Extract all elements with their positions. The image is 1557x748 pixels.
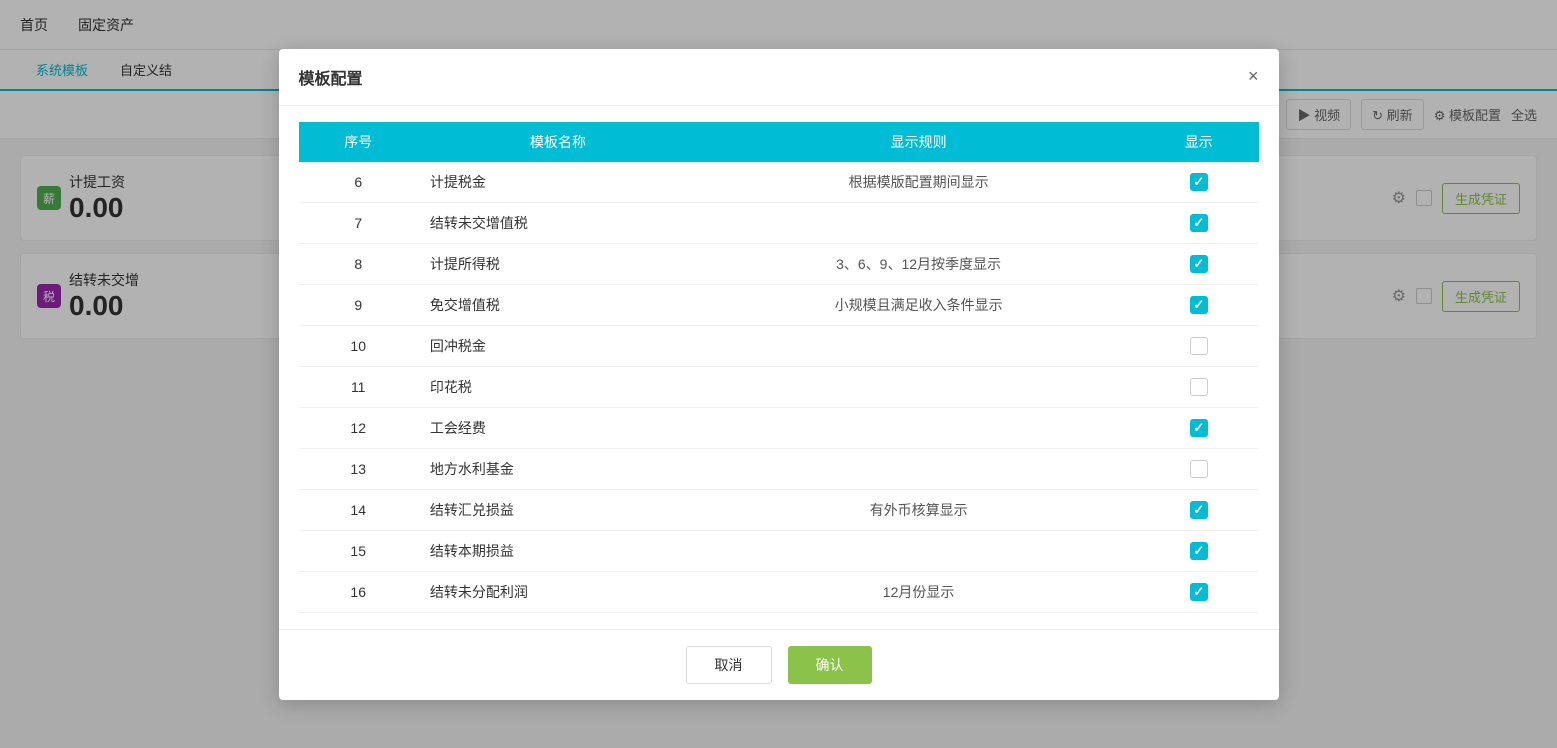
cell-checkbox-4: [1139, 325, 1258, 366]
checkbox-checked-3[interactable]: [1190, 296, 1208, 314]
cell-name-0: 计提税金: [418, 162, 698, 203]
cell-name-9: 结转本期损益: [418, 530, 698, 571]
cell-checkbox-2: [1139, 243, 1258, 284]
cancel-button[interactable]: 取消: [686, 646, 772, 684]
cell-rule-0: 根据模版配置期间显示: [698, 162, 1139, 203]
checkbox-unchecked-7[interactable]: [1190, 460, 1208, 478]
table-row: 7结转未交增值税: [299, 202, 1259, 243]
modal-title: 模板配置: [299, 65, 363, 89]
checkbox-checked-0[interactable]: [1190, 173, 1208, 191]
modal-header: 模板配置 ×: [279, 49, 1279, 106]
cell-rule-5: [698, 366, 1139, 407]
checkbox-checked-9[interactable]: [1190, 542, 1208, 560]
table-row: 8计提所得税3、6、9、12月按季度显示: [299, 243, 1259, 284]
cell-id-10: 16: [299, 571, 418, 612]
checkbox-checked-2[interactable]: [1190, 255, 1208, 273]
cell-rule-2: 3、6、9、12月按季度显示: [698, 243, 1139, 284]
checkbox-checked-1[interactable]: [1190, 214, 1208, 232]
cell-checkbox-10: [1139, 571, 1258, 612]
cell-checkbox-9: [1139, 530, 1258, 571]
cell-checkbox-8: [1139, 489, 1258, 530]
cell-id-3: 9: [299, 284, 418, 325]
table-header: 序号 模板名称 显示规则 显示: [299, 122, 1259, 162]
checkbox-unchecked-5[interactable]: [1190, 378, 1208, 396]
config-table: 序号 模板名称 显示规则 显示 6计提税金根据模版配置期间显示7结转未交增值税8…: [299, 122, 1259, 613]
cell-checkbox-1: [1139, 202, 1258, 243]
col-header-rule: 显示规则: [698, 122, 1139, 162]
cell-checkbox-5: [1139, 366, 1258, 407]
cell-rule-4: [698, 325, 1139, 366]
checkbox-checked-8[interactable]: [1190, 501, 1208, 519]
checkbox-checked-6[interactable]: [1190, 419, 1208, 437]
cell-rule-6: [698, 407, 1139, 448]
cell-name-1: 结转未交增值税: [418, 202, 698, 243]
table-row: 11印花税: [299, 366, 1259, 407]
table-row: 6计提税金根据模版配置期间显示: [299, 162, 1259, 203]
cell-name-7: 地方水利基金: [418, 448, 698, 489]
cell-id-9: 15: [299, 530, 418, 571]
cell-rule-7: [698, 448, 1139, 489]
cell-rule-3: 小规模且满足收入条件显示: [698, 284, 1139, 325]
cell-id-0: 6: [299, 162, 418, 203]
cell-name-10: 结转未分配利润: [418, 571, 698, 612]
table-row: 14结转汇兑损益有外币核算显示: [299, 489, 1259, 530]
cell-id-8: 14: [299, 489, 418, 530]
modal-body: 序号 模板名称 显示规则 显示 6计提税金根据模版配置期间显示7结转未交增值税8…: [279, 106, 1279, 629]
cell-name-8: 结转汇兑损益: [418, 489, 698, 530]
cell-name-6: 工会经费: [418, 407, 698, 448]
table-body: 6计提税金根据模版配置期间显示7结转未交增值税8计提所得税3、6、9、12月按季…: [299, 162, 1259, 613]
cell-checkbox-3: [1139, 284, 1258, 325]
cell-checkbox-6: [1139, 407, 1258, 448]
checkbox-checked-10[interactable]: [1190, 583, 1208, 601]
confirm-button[interactable]: 确认: [788, 646, 872, 684]
cell-name-4: 回冲税金: [418, 325, 698, 366]
col-header-name: 模板名称: [418, 122, 698, 162]
table-row: 16结转未分配利润12月份显示: [299, 571, 1259, 612]
modal-footer: 取消 确认: [279, 629, 1279, 700]
cell-id-7: 13: [299, 448, 418, 489]
cell-name-5: 印花税: [418, 366, 698, 407]
col-header-id: 序号: [299, 122, 418, 162]
cell-rule-9: [698, 530, 1139, 571]
cell-id-1: 7: [299, 202, 418, 243]
cell-id-5: 11: [299, 366, 418, 407]
modal-template-config: 模板配置 × 序号 模板名称 显示规则 显示 6计提税金根据模版配置期间显示7结…: [279, 49, 1279, 700]
cell-name-3: 免交增值税: [418, 284, 698, 325]
cell-rule-1: [698, 202, 1139, 243]
cell-name-2: 计提所得税: [418, 243, 698, 284]
col-header-display: 显示: [1139, 122, 1258, 162]
table-row: 10回冲税金: [299, 325, 1259, 366]
cell-id-6: 12: [299, 407, 418, 448]
table-row: 9免交增值税小规模且满足收入条件显示: [299, 284, 1259, 325]
table-row: 12工会经费: [299, 407, 1259, 448]
checkbox-unchecked-4[interactable]: [1190, 337, 1208, 355]
cell-checkbox-0: [1139, 162, 1258, 203]
table-row: 15结转本期损益: [299, 530, 1259, 571]
cell-id-2: 8: [299, 243, 418, 284]
modal-overlay: 模板配置 × 序号 模板名称 显示规则 显示 6计提税金根据模版配置期间显示7结…: [0, 0, 1557, 748]
cell-rule-8: 有外币核算显示: [698, 489, 1139, 530]
modal-close-button[interactable]: ×: [1248, 66, 1259, 87]
cell-id-4: 10: [299, 325, 418, 366]
cell-rule-10: 12月份显示: [698, 571, 1139, 612]
table-row: 13地方水利基金: [299, 448, 1259, 489]
cell-checkbox-7: [1139, 448, 1258, 489]
